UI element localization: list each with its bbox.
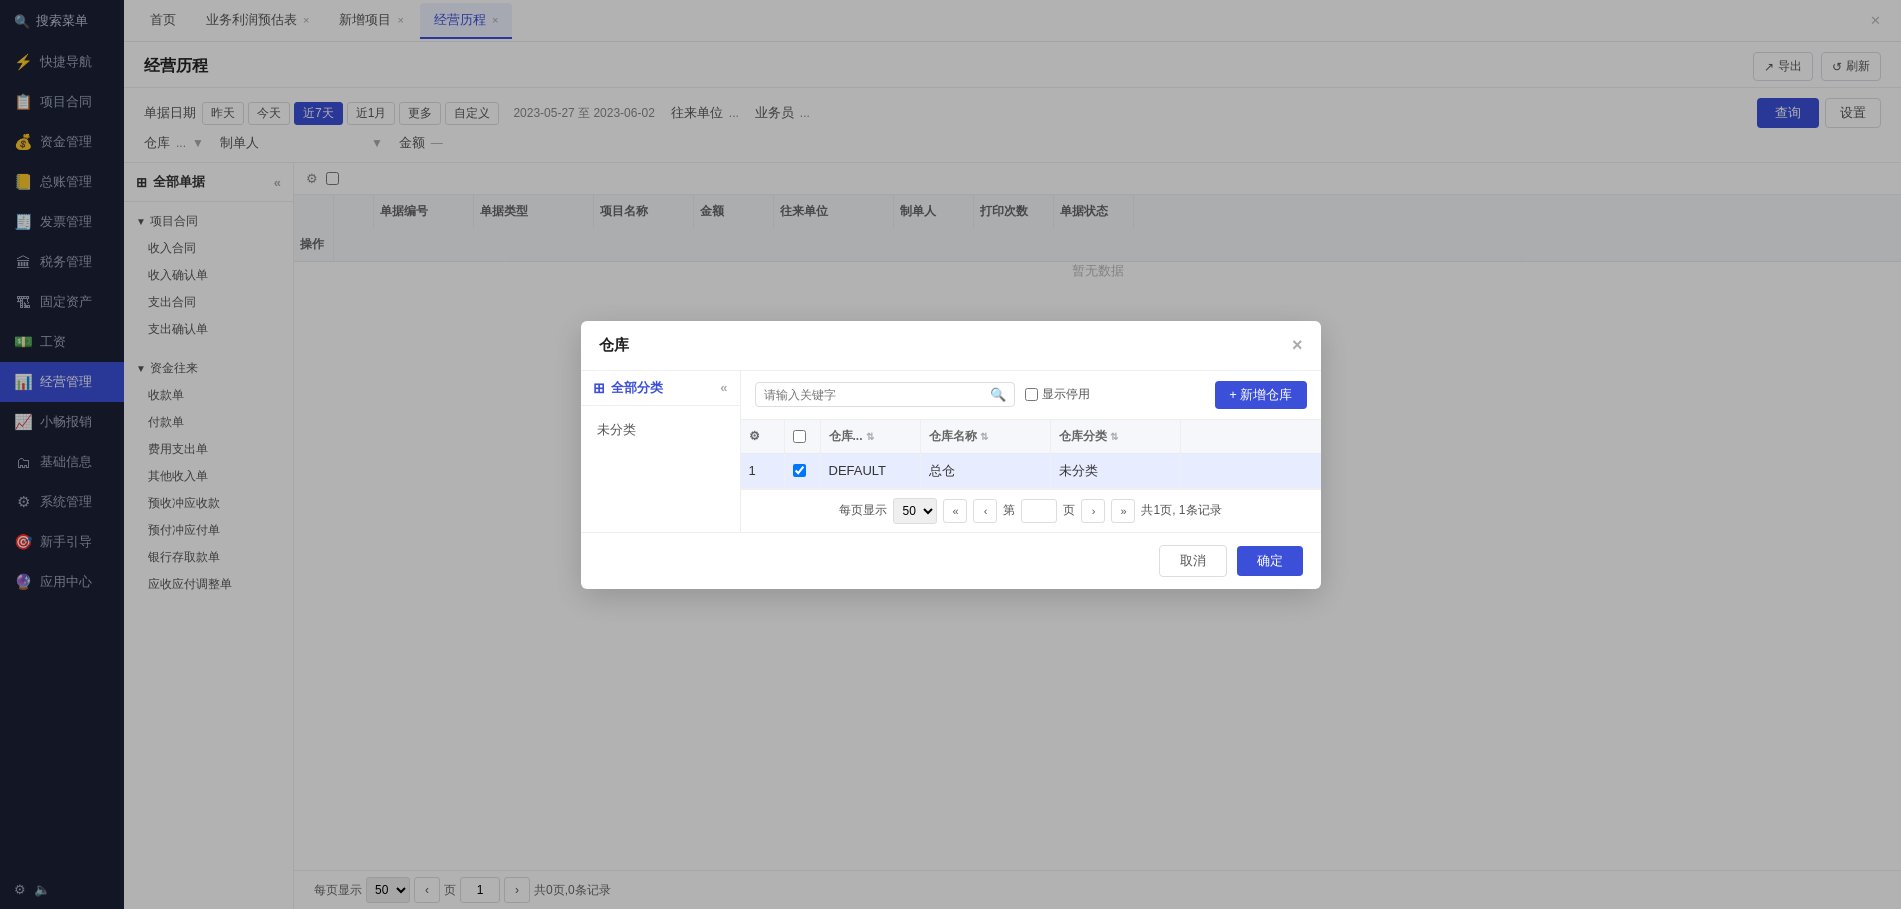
modal-close-button[interactable]: × xyxy=(1292,335,1303,356)
modal-per-page-select[interactable]: 50 xyxy=(893,498,937,524)
col-category-sort[interactable]: ⇅ xyxy=(1110,431,1118,442)
modal-search-box: 🔍 xyxy=(755,382,1015,407)
show-disabled-label[interactable]: 显示停用 xyxy=(1025,386,1090,403)
modal-total-label: 共1页, 1条记录 xyxy=(1141,502,1221,519)
modal-right-panel: 🔍 显示停用 + 新增仓库 ⚙ xyxy=(741,371,1321,532)
col-name-label: 仓库名称 xyxy=(929,428,977,445)
col-settings: ⚙ xyxy=(741,420,785,453)
modal-all-category-label: 全部分类 xyxy=(611,379,663,397)
modal-table-body: 1 DEFAULT 总仓 未分类 xyxy=(741,454,1321,489)
modal-per-page-label: 每页显示 xyxy=(839,502,887,519)
modal-page-input[interactable]: 1 xyxy=(1021,499,1057,523)
modal-overlay: 仓库 × ⊞ 全部分类 « 未分类 🔍 xyxy=(0,0,1901,909)
col-name: 仓库名称 ⇅ xyxy=(921,420,1051,453)
modal-footer-pagination: 每页显示 50 « ‹ 第 1 页 › » 共1页, 1条记录 xyxy=(741,489,1321,532)
modal-search-input[interactable] xyxy=(764,388,984,402)
col-code-label: 仓库... xyxy=(829,428,863,445)
modal-page-label: 第 xyxy=(1003,502,1015,519)
modal-last-page-button[interactable]: » xyxy=(1111,499,1135,523)
modal-page-suffix: 页 xyxy=(1063,502,1075,519)
col-code-sort[interactable]: ⇅ xyxy=(866,431,874,442)
modal-title: 仓库 xyxy=(599,336,629,355)
row-checkbox[interactable] xyxy=(785,454,821,488)
modal-select-all-checkbox[interactable] xyxy=(793,430,806,443)
cancel-button[interactable]: 取消 xyxy=(1159,545,1227,577)
modal-left-panel: ⊞ 全部分类 « 未分类 xyxy=(581,371,741,532)
modal-grid-icon: ⊞ xyxy=(593,380,605,396)
modal-table: ⚙ 仓库... ⇅ 仓库名称 ⇅ xyxy=(741,420,1321,489)
modal-left-item-未分类[interactable]: 未分类 xyxy=(581,414,740,446)
modal-first-page-button[interactable]: « xyxy=(943,499,967,523)
add-warehouse-button[interactable]: + 新增仓库 xyxy=(1215,381,1306,409)
modal-header: 仓库 × xyxy=(581,321,1321,371)
row-category: 未分类 xyxy=(1051,454,1181,488)
col-name-sort[interactable]: ⇅ xyxy=(980,431,988,442)
modal-left-header: ⊞ 全部分类 « xyxy=(581,371,740,406)
row-code: DEFAULT xyxy=(821,454,921,488)
warehouse-modal: 仓库 × ⊞ 全部分类 « 未分类 🔍 xyxy=(581,321,1321,589)
modal-toolbar: 🔍 显示停用 + 新增仓库 xyxy=(741,371,1321,420)
modal-body: ⊞ 全部分类 « 未分类 🔍 显示停用 xyxy=(581,371,1321,532)
add-warehouse-label: + 新增仓库 xyxy=(1229,386,1292,404)
modal-left-items: 未分类 xyxy=(581,406,740,532)
show-disabled-checkbox[interactable] xyxy=(1025,388,1038,401)
col-settings-icon[interactable]: ⚙ xyxy=(749,429,760,443)
modal-left-collapse-button[interactable]: « xyxy=(720,380,727,395)
row-index: 1 xyxy=(741,454,785,488)
col-category: 仓库分类 ⇅ xyxy=(1051,420,1181,453)
row-name: 总仓 xyxy=(921,454,1051,488)
modal-table-header: ⚙ 仓库... ⇅ 仓库名称 ⇅ xyxy=(741,420,1321,454)
modal-search-icon: 🔍 xyxy=(990,387,1006,402)
col-category-label: 仓库分类 xyxy=(1059,428,1107,445)
col-checkbox xyxy=(785,420,821,453)
confirm-button[interactable]: 确定 xyxy=(1237,546,1303,576)
modal-table-row[interactable]: 1 DEFAULT 总仓 未分类 xyxy=(741,454,1321,489)
show-disabled-text: 显示停用 xyxy=(1042,386,1090,403)
row-select-checkbox[interactable] xyxy=(793,464,806,477)
modal-prev-page-button[interactable]: ‹ xyxy=(973,499,997,523)
col-code: 仓库... ⇅ xyxy=(821,420,921,453)
modal-actions: 取消 确定 xyxy=(581,532,1321,589)
modal-next-page-button[interactable]: › xyxy=(1081,499,1105,523)
